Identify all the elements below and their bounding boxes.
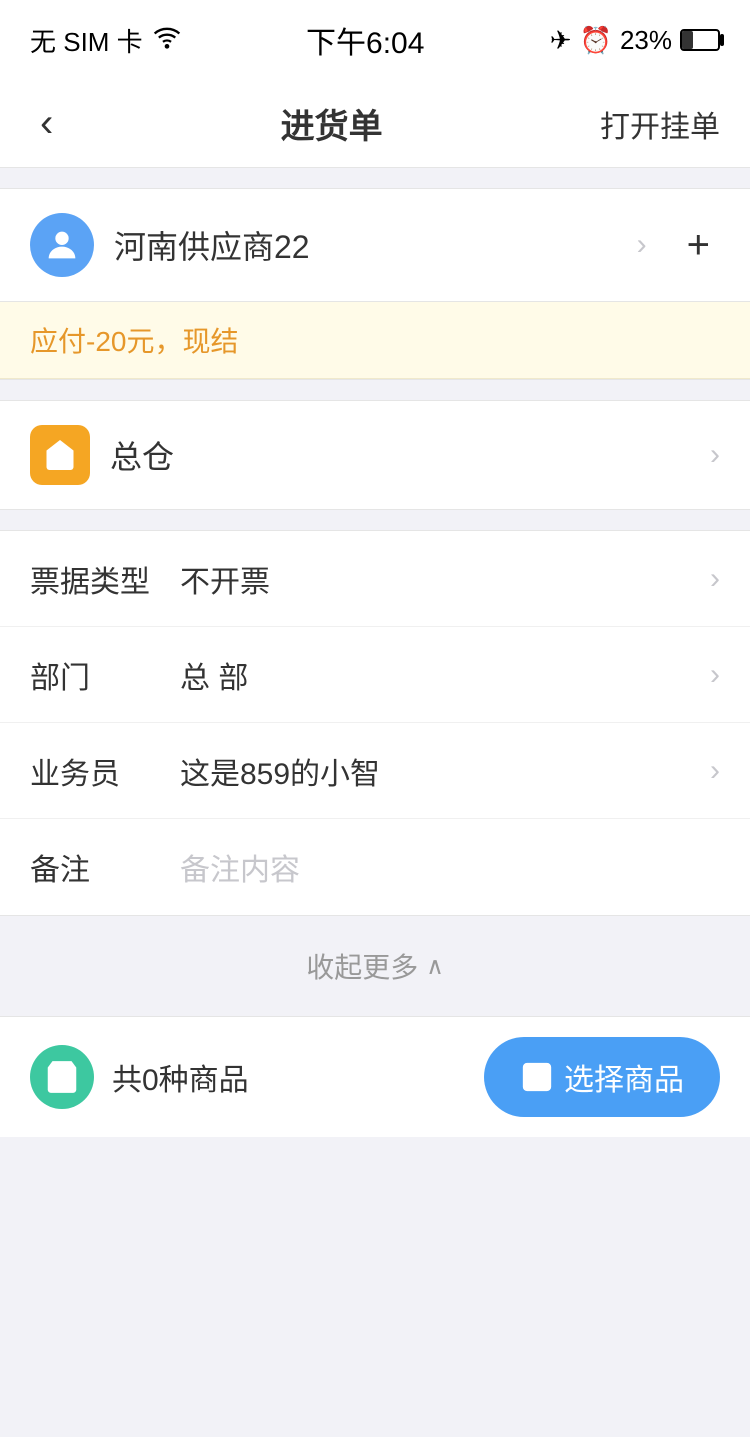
- salesperson-value: 这是859的小智: [170, 749, 710, 793]
- salesperson-label: 业务员: [30, 749, 170, 793]
- warehouse-icon: [30, 425, 90, 485]
- gap-1: [0, 168, 750, 188]
- select-product-label: 选择商品: [564, 1055, 684, 1099]
- supplier-row[interactable]: 河南供应商22 › +: [0, 189, 750, 302]
- remark-input[interactable]: 备注内容: [170, 845, 720, 889]
- status-time: 下午6:04: [306, 18, 424, 62]
- battery-text: 23%: [620, 25, 672, 56]
- product-bag-icon: [30, 1045, 94, 1109]
- alarm-icon: ⏰: [580, 25, 612, 56]
- invoice-type-row[interactable]: 票据类型 不开票 ›: [0, 531, 750, 627]
- collapse-toggle[interactable]: 收起更多 ∧: [0, 916, 750, 1016]
- invoice-type-value: 不开票: [170, 557, 710, 601]
- salesperson-row[interactable]: 业务员 这是859的小智 ›: [0, 723, 750, 819]
- status-bar: 无 SIM 卡 下午6:04 ✈ ⏰ 23%: [0, 0, 750, 80]
- nav-bar: ‹ 进货单 打开挂单: [0, 80, 750, 168]
- collapse-label: 收起更多: [306, 946, 418, 986]
- product-count-text: 共0种商品: [112, 1055, 249, 1099]
- location-icon: ✈: [550, 25, 572, 56]
- gap-3: [0, 510, 750, 530]
- open-pending-button[interactable]: 打开挂单: [600, 102, 720, 146]
- add-supplier-button[interactable]: +: [677, 223, 720, 268]
- invoice-type-label: 票据类型: [30, 557, 170, 601]
- carrier-text: 无 SIM 卡: [30, 22, 143, 59]
- warehouse-chevron-icon: ›: [710, 438, 720, 472]
- page-bottom: [0, 1137, 750, 1437]
- bottom-bar: 共0种商品 选择商品: [0, 1016, 750, 1137]
- status-left: 无 SIM 卡: [30, 22, 181, 59]
- notice-text: 应付-20元，现结: [30, 326, 238, 357]
- select-product-button[interactable]: 选择商品: [484, 1037, 720, 1117]
- department-chevron-icon: ›: [710, 658, 720, 692]
- collapse-chevron-icon: ∧: [426, 952, 444, 981]
- form-section: 票据类型 不开票 › 部门 总 部 › 业务员 这是859的小智 › 备注 备注…: [0, 530, 750, 916]
- back-button[interactable]: ‹: [30, 91, 63, 156]
- department-label: 部门: [30, 653, 170, 697]
- wifi-icon: [153, 23, 181, 58]
- remark-row[interactable]: 备注 备注内容: [0, 819, 750, 915]
- supplier-name: 河南供应商22: [114, 222, 637, 268]
- supplier-section: 河南供应商22 › + 应付-20元，现结: [0, 188, 750, 380]
- salesperson-chevron-icon: ›: [710, 754, 720, 788]
- invoice-type-chevron-icon: ›: [710, 562, 720, 596]
- battery-icon: [680, 29, 720, 51]
- notice-bar: 应付-20元，现结: [0, 302, 750, 379]
- warehouse-section[interactable]: 总仓 ›: [0, 400, 750, 510]
- warehouse-row[interactable]: 总仓 ›: [0, 401, 750, 509]
- supplier-avatar: [30, 213, 94, 277]
- gap-2: [0, 380, 750, 400]
- department-row[interactable]: 部门 总 部 ›: [0, 627, 750, 723]
- department-value: 总 部: [170, 653, 710, 697]
- product-count-section: 共0种商品: [30, 1045, 249, 1109]
- supplier-chevron-icon: ›: [637, 228, 647, 262]
- status-right: ✈ ⏰ 23%: [550, 25, 720, 56]
- page-title: 进货单: [281, 99, 383, 148]
- warehouse-name: 总仓: [110, 432, 710, 478]
- remark-label: 备注: [30, 845, 170, 889]
